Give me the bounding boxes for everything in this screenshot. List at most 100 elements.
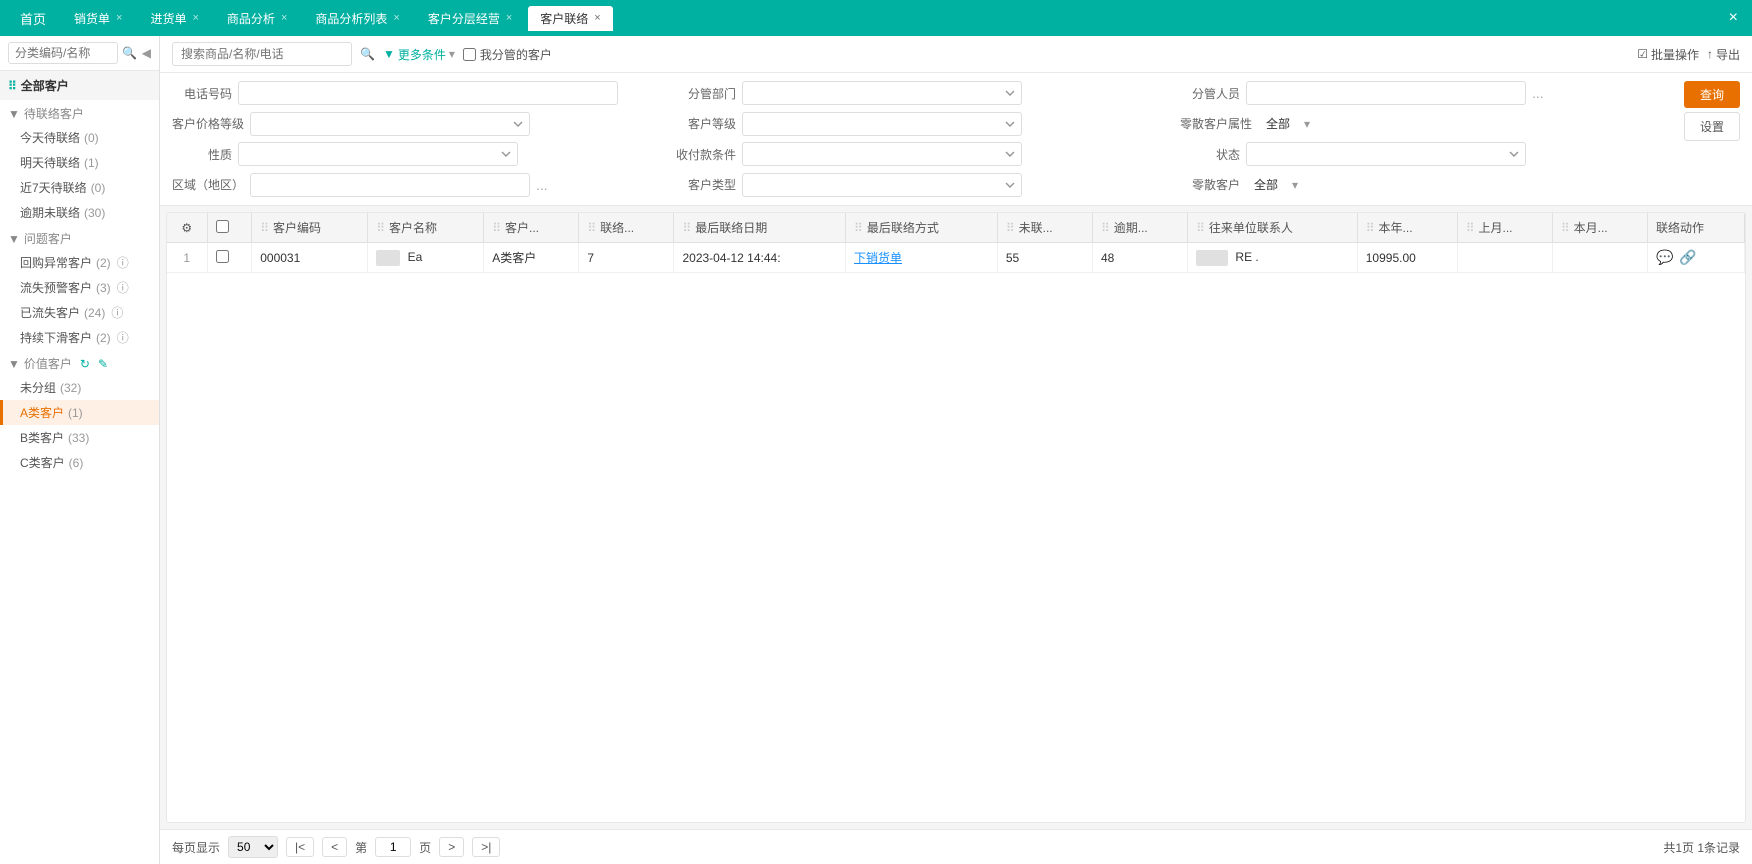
next-page-btn[interactable]: >	[439, 837, 464, 857]
chevron-scatter-customer[interactable]: ▾	[1292, 178, 1298, 192]
close-tab-purchase[interactable]: ×	[192, 12, 198, 24]
search-btn[interactable]: 查询	[1684, 81, 1740, 108]
chat-action-icon[interactable]: 💬	[1656, 249, 1673, 266]
price-level-select[interactable]	[250, 112, 530, 136]
sidebar-item-class-b[interactable]: B类客户 (33)	[0, 425, 159, 450]
nature-select[interactable]	[238, 142, 518, 166]
region-input[interactable]	[250, 173, 530, 197]
page-number-input[interactable]	[375, 837, 411, 857]
field-phone: 电话号码	[172, 81, 668, 105]
sidebar-item-overdue[interactable]: 逾期未联络 (30)	[0, 200, 159, 225]
sidebar-search-input[interactable]	[8, 42, 118, 64]
sidebar-item-class-c[interactable]: C类客户 (6)	[0, 450, 159, 475]
field-customer-level: 客户等级	[676, 112, 1172, 136]
close-tab-customer-contact[interactable]: ×	[594, 12, 600, 24]
info-icon-3: ⓘ	[117, 329, 129, 346]
my-customers-checkbox[interactable]: 我分管的客户	[463, 46, 552, 63]
sidebar-item-class-a[interactable]: A类客户 (1)	[0, 400, 159, 425]
link-action-icon[interactable]: 🔗	[1679, 249, 1696, 266]
grid-icon: ⠿	[8, 79, 17, 93]
sidebar-item-7days[interactable]: 近7天待联络 (0)	[0, 175, 159, 200]
col-contact-count[interactable]: ⠿联络...	[579, 213, 674, 243]
last-page-btn[interactable]: >|	[472, 837, 500, 857]
col-this-month[interactable]: ⠿本月...	[1552, 213, 1647, 243]
sidebar-search-icon[interactable]: 🔍	[122, 46, 137, 60]
cell-checkbox[interactable]	[207, 243, 252, 273]
payment-select[interactable]	[742, 142, 1022, 166]
manager-input[interactable]	[1246, 81, 1526, 105]
dept-select[interactable]	[742, 81, 1022, 105]
tab-sales[interactable]: 销货单 ×	[62, 6, 134, 31]
first-page-btn[interactable]: |<	[286, 837, 314, 857]
close-tab-customer-segment[interactable]: ×	[506, 12, 512, 24]
col-uncontacted[interactable]: ⠿未联...	[997, 213, 1092, 243]
tab-customer-segment[interactable]: 客户分层经营 ×	[416, 6, 524, 31]
close-all-tabs[interactable]: ×	[1723, 7, 1744, 29]
main-search-icon[interactable]: 🔍	[360, 47, 375, 61]
sidebar-collapse-icon[interactable]: ◀	[142, 46, 151, 60]
batch-op-btn[interactable]: ☑ 批量操作	[1637, 46, 1699, 63]
customer-type-select[interactable]	[742, 173, 1022, 197]
main-search-input[interactable]	[172, 42, 352, 66]
export-btn[interactable]: ↑ 导出	[1707, 46, 1740, 63]
col-checkbox[interactable]	[207, 213, 252, 243]
cell-type: A类客户	[484, 243, 579, 273]
region-dots[interactable]: ...	[536, 177, 548, 193]
col-type[interactable]: ⠿客户...	[484, 213, 579, 243]
cell-last-method[interactable]: 下销货单	[846, 243, 998, 273]
my-customers-check[interactable]	[463, 48, 476, 61]
col-last-date[interactable]: ⠿最后联络日期	[674, 213, 846, 243]
col-company-contact[interactable]: ⠿往来单位联系人	[1188, 213, 1358, 243]
col-code[interactable]: ⠿客户编码	[252, 213, 368, 243]
sidebar-item-declining[interactable]: 持续下滑客户 (2) ⓘ	[0, 325, 159, 350]
refresh-icon[interactable]: ↻	[80, 357, 90, 371]
sidebar-item-churned[interactable]: 已流失客户 (24) ⓘ	[0, 300, 159, 325]
close-tab-analysis[interactable]: ×	[281, 12, 287, 24]
filter-row-3: 性质 收付款条件 状态	[172, 142, 1676, 166]
field-status: 状态	[1180, 142, 1676, 166]
col-overdue[interactable]: ⠿逾期...	[1092, 213, 1187, 243]
field-region: 区域（地区） ...	[172, 173, 668, 197]
status-select[interactable]	[1246, 142, 1526, 166]
tab-customer-contact[interactable]: 客户联络 ×	[528, 6, 612, 31]
field-payment: 收付款条件	[676, 142, 1172, 166]
field-customer-type: 客户类型	[676, 173, 1172, 197]
chevron-scatter-attr[interactable]: ▾	[1304, 117, 1310, 131]
col-action: 联络动作	[1647, 213, 1744, 243]
manager-dots[interactable]: ...	[1532, 85, 1544, 101]
sidebar-item-rebuy-abnormal[interactable]: 回购异常客户 (2) ⓘ	[0, 250, 159, 275]
sidebar-all-customers[interactable]: ⠿ 全部客户	[0, 71, 159, 100]
settings-btn[interactable]: 设置	[1684, 112, 1740, 141]
close-tab-sales[interactable]: ×	[116, 12, 122, 24]
name-tag	[376, 250, 400, 266]
page-size-select[interactable]: 50	[228, 836, 278, 858]
more-filters-btn[interactable]: ▼ 更多条件 ▾	[383, 46, 455, 63]
table-header: ⚙ ⠿客户编码 ⠿客户名称 ⠿客户... ⠿联络... ⠿最后联络日期 ⠿最后联…	[167, 213, 1745, 243]
tab-analysis-list[interactable]: 商品分析列表 ×	[303, 6, 411, 31]
col-settings[interactable]: ⚙	[167, 213, 207, 243]
tab-home[interactable]: 首页	[8, 5, 58, 32]
sidebar-item-churn-warning[interactable]: 流失预警客户 (3) ⓘ	[0, 275, 159, 300]
tab-purchase[interactable]: 进货单 ×	[138, 6, 210, 31]
prev-page-btn[interactable]: <	[322, 837, 347, 857]
sidebar-item-unclassified[interactable]: 未分组 (32)	[0, 375, 159, 400]
phone-input[interactable]	[238, 81, 618, 105]
section-value-customers[interactable]: ▼ 价值客户 ↻ ✎	[0, 350, 159, 375]
col-last-month[interactable]: ⠿上月...	[1457, 213, 1552, 243]
sidebar-item-today[interactable]: 今天待联络 (0)	[0, 125, 159, 150]
col-name[interactable]: ⠿客户名称	[368, 213, 484, 243]
col-this-year[interactable]: ⠿本年...	[1357, 213, 1457, 243]
col-last-method[interactable]: ⠿最后联络方式	[846, 213, 998, 243]
select-all-checkbox[interactable]	[216, 220, 229, 233]
section-pending-contact[interactable]: ▼ 待联络客户	[0, 100, 159, 125]
section-problem-customers[interactable]: ▼ 问题客户	[0, 225, 159, 250]
cell-name: Ea	[368, 243, 484, 273]
pagination-bar: 每页显示 50 |< < 第 页 > >| 共1页 1条记录	[160, 829, 1752, 864]
customer-level-select[interactable]	[742, 112, 1022, 136]
edit-icon[interactable]: ✎	[98, 357, 108, 371]
tab-analysis[interactable]: 商品分析 ×	[215, 6, 299, 31]
sidebar-item-tomorrow[interactable]: 明天待联络 (1)	[0, 150, 159, 175]
row-checkbox[interactable]	[216, 250, 229, 263]
table-body: 1 000031 Ea A类客户 7 2023-04-12 14:44: 下销货…	[167, 243, 1745, 273]
close-tab-analysis-list[interactable]: ×	[393, 12, 399, 24]
